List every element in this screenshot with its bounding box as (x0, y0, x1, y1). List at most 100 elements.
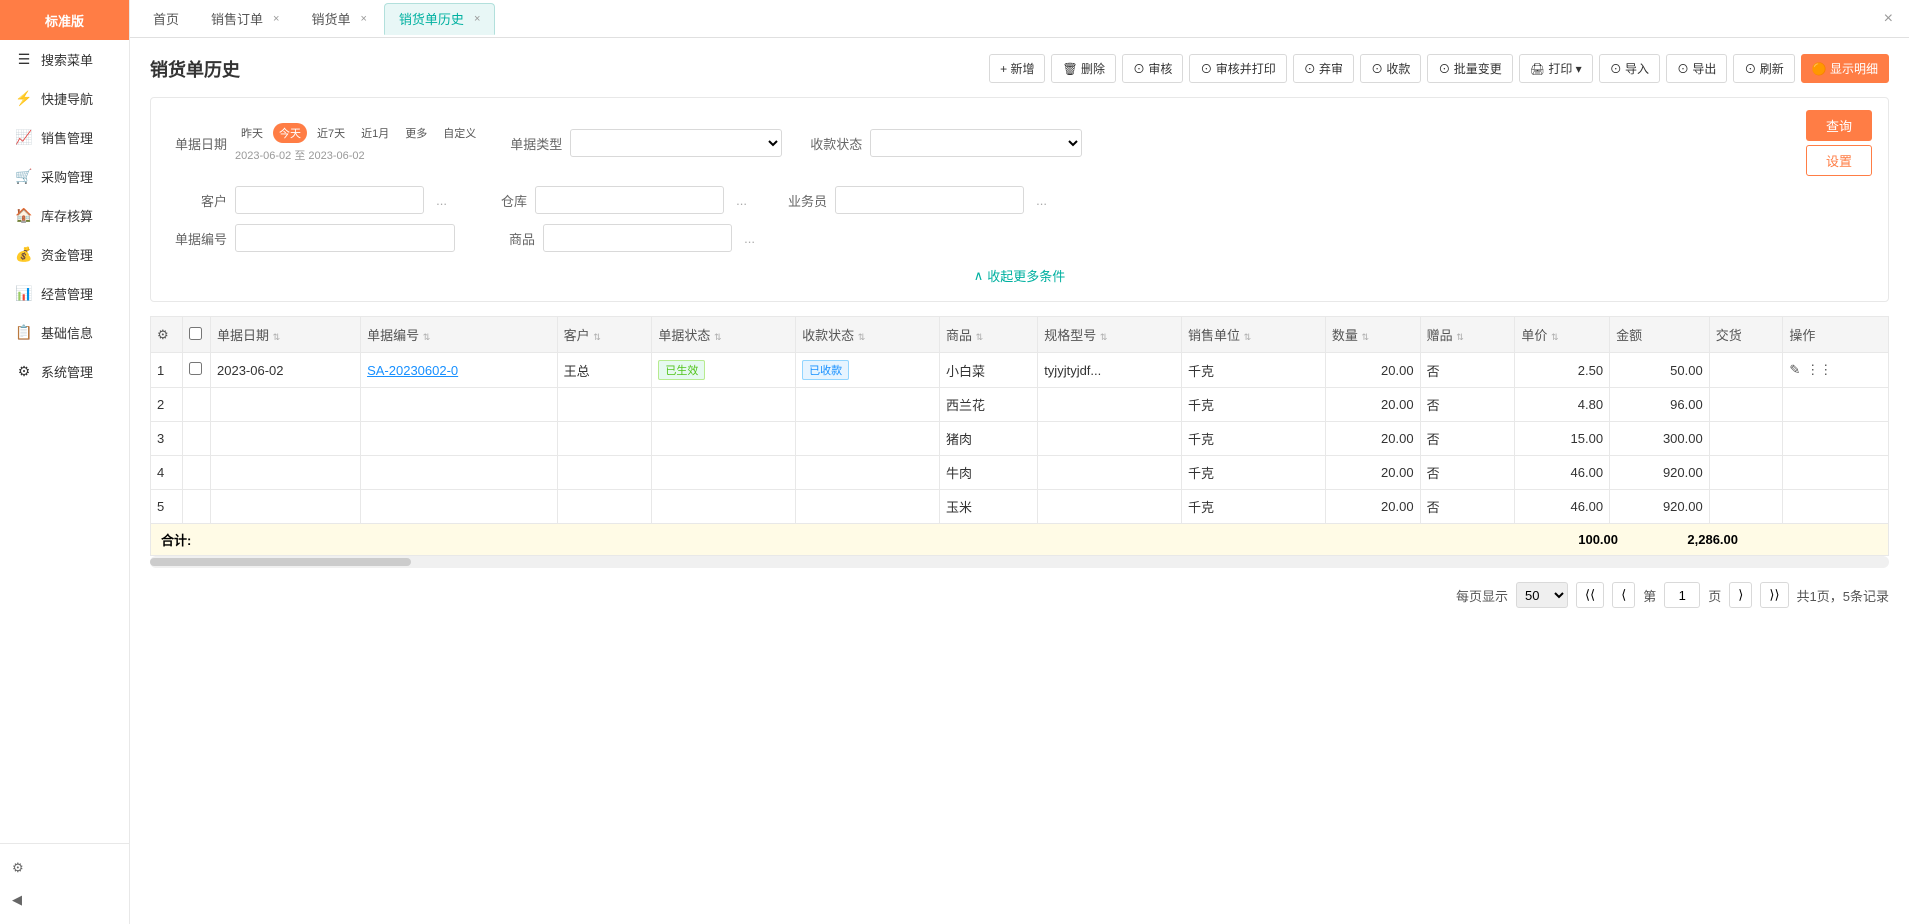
tab-sales-history[interactable]: 销货单历史 × (384, 3, 495, 35)
warehouse-search-icon[interactable]: ... (736, 193, 747, 208)
date-today[interactable]: 今天 (273, 123, 307, 143)
qty-sort-icon: ⇅ (1361, 332, 1369, 342)
sidebar-item-fund-mgmt[interactable]: 💰 资金管理 (0, 235, 129, 274)
filter-row-2: 客户 ... 仓库 ... 业务员 ... (167, 186, 1872, 214)
sys-mgmt-icon: ⚙ (15, 363, 33, 380)
audit-button[interactable]: ⊙ 审核 (1122, 54, 1183, 83)
business-input[interactable] (835, 186, 1024, 214)
table-status-header[interactable]: 单据状态 ⇅ (652, 317, 796, 353)
tab-sales-delivery-close[interactable]: × (360, 13, 366, 25)
date-custom[interactable]: 自定义 (437, 123, 482, 143)
goods-input[interactable] (543, 224, 732, 252)
row-amount: 300.00 (1610, 422, 1710, 456)
table-gift-header[interactable]: 赠品 ⇅ (1420, 317, 1515, 353)
doc-no-input[interactable] (235, 224, 455, 252)
row-goods: 猪肉 (939, 422, 1037, 456)
close-all-tabs[interactable]: × (1876, 10, 1901, 28)
sidebar-item-search-menu[interactable]: ☰ 搜索菜单 (0, 40, 129, 79)
payment-status-label: 收款状态 (802, 134, 862, 153)
refresh-button[interactable]: ⊙ 刷新 (1733, 54, 1794, 83)
row-check[interactable] (189, 362, 202, 375)
date-label: 单据日期 (167, 134, 227, 153)
sidebar-item-sales-mgmt[interactable]: 📈 销售管理 (0, 118, 129, 157)
basic-info-icon: 📋 (15, 324, 33, 341)
sidebar-bottom-settings[interactable]: ⚙ (0, 852, 129, 884)
row-action (1783, 456, 1889, 490)
edit-icon[interactable]: ✎ (1789, 362, 1800, 378)
status-badge: 已生效 (658, 360, 705, 380)
sidebar-item-quick-nav[interactable]: ⚡ 快捷导航 (0, 79, 129, 118)
row-action (1783, 422, 1889, 456)
setting-button[interactable]: 设置 (1806, 145, 1872, 176)
tab-sales-delivery[interactable]: 销货单 × (296, 3, 381, 35)
page-next-btn[interactable]: ⟩ (1729, 582, 1752, 608)
page-last-btn[interactable]: ⟩⟩ (1760, 582, 1788, 608)
print-button[interactable]: 🖨 打印 ▾ (1519, 54, 1593, 83)
page-prev-btn[interactable]: ⟨ (1612, 582, 1635, 608)
per-page-select[interactable]: 50 100 200 (1516, 582, 1568, 608)
table-goods-header[interactable]: 商品 ⇅ (939, 317, 1037, 353)
business-search-icon[interactable]: ... (1036, 193, 1047, 208)
table-qty-header[interactable]: 数量 ⇅ (1325, 317, 1420, 353)
table-price-header[interactable]: 单价 ⇅ (1515, 317, 1610, 353)
payment-status-select[interactable] (870, 129, 1082, 157)
sidebar-item-basic-info[interactable]: 📋 基础信息 (0, 313, 129, 352)
row-goods: 玉米 (939, 490, 1037, 524)
customer-search-icon[interactable]: ... (436, 193, 447, 208)
tab-sales-order[interactable]: 销售订单 × (196, 3, 294, 35)
table-unit-header[interactable]: 销售单位 ⇅ (1182, 317, 1326, 353)
table-amount-header: 金额 (1610, 317, 1710, 353)
sidebar-collapse-btn[interactable]: ◀ (0, 884, 129, 916)
page-number-input[interactable] (1664, 582, 1700, 608)
table-date-header[interactable]: 单据日期 ⇅ (211, 317, 361, 353)
select-all-checkbox[interactable] (189, 327, 202, 340)
row-seq: 3 (151, 422, 183, 456)
batch-change-button[interactable]: ⊙ 批量变更 (1427, 54, 1512, 83)
export-button[interactable]: ⊙ 导出 (1666, 54, 1727, 83)
date-1month[interactable]: 近1月 (355, 123, 395, 143)
row-seq: 5 (151, 490, 183, 524)
row-no (361, 456, 557, 490)
query-button[interactable]: 查询 (1806, 110, 1872, 141)
table-spec-header[interactable]: 规格型号 ⇅ (1038, 317, 1182, 353)
abandon-button[interactable]: ⊙ 弃审 (1293, 54, 1354, 83)
more-icon[interactable]: ⋮⋮ (1806, 362, 1832, 378)
row-unit: 千克 (1182, 353, 1326, 388)
horizontal-scrollbar[interactable] (150, 556, 1889, 568)
page-first-btn[interactable]: ⟨⟨ (1576, 582, 1604, 608)
audit-print-button[interactable]: ⊙ 审核并打印 (1189, 54, 1286, 83)
goods-search-icon[interactable]: ... (744, 231, 755, 246)
goods-filter: 商品 ... (475, 224, 755, 252)
table-row: 1 2023-06-02 SA-20230602-0 王总 已生效 已收款 小白… (151, 353, 1889, 388)
customer-input[interactable] (235, 186, 424, 214)
import-button[interactable]: ⊙ 导入 (1599, 54, 1660, 83)
table-body: 1 2023-06-02 SA-20230602-0 王总 已生效 已收款 小白… (151, 353, 1889, 524)
tab-sales-history-close[interactable]: × (474, 13, 480, 25)
row-spec (1038, 490, 1182, 524)
collapse-filter-btn[interactable]: ∧ 收起更多条件 (167, 262, 1872, 289)
table-row: 2 西兰花 千克 20.00 否 4.80 96.00 (151, 388, 1889, 422)
table-customer-header[interactable]: 客户 ⇅ (557, 317, 652, 353)
tab-home[interactable]: 首页 (138, 3, 194, 35)
date-7days[interactable]: 近7天 (311, 123, 351, 143)
doc-no-link[interactable]: SA-20230602-0 (367, 363, 458, 378)
business-filter: 业务员 ... (767, 186, 1047, 214)
collect-button[interactable]: ⊙ 收款 (1360, 54, 1421, 83)
date-yesterday[interactable]: 昨天 (235, 123, 269, 143)
row-no: SA-20230602-0 (361, 353, 557, 388)
table-no-header[interactable]: 单据编号 ⇅ (361, 317, 557, 353)
sidebar-item-operation-mgmt[interactable]: 📊 经营管理 (0, 274, 129, 313)
warehouse-input[interactable] (535, 186, 724, 214)
sidebar-item-inventory-calc[interactable]: 🏠 库存核算 (0, 196, 129, 235)
table-payment-header[interactable]: 收款状态 ⇅ (796, 317, 940, 353)
doc-type-select[interactable] (570, 129, 782, 157)
add-button[interactable]: + 新增 (989, 54, 1045, 83)
table-gear-header[interactable]: ⚙ (151, 317, 183, 353)
sidebar-item-sys-mgmt[interactable]: ⚙ 系统管理 (0, 352, 129, 391)
tab-sales-order-close[interactable]: × (273, 13, 279, 25)
delete-button[interactable]: 🗑 删除 (1051, 54, 1116, 83)
show-detail-button[interactable]: 🟠 显示明细 (1801, 54, 1889, 83)
date-more[interactable]: 更多 (399, 123, 433, 143)
sidebar-item-purchase-mgmt[interactable]: 🛒 采购管理 (0, 157, 129, 196)
table-trade-header: 交货 (1709, 317, 1783, 353)
